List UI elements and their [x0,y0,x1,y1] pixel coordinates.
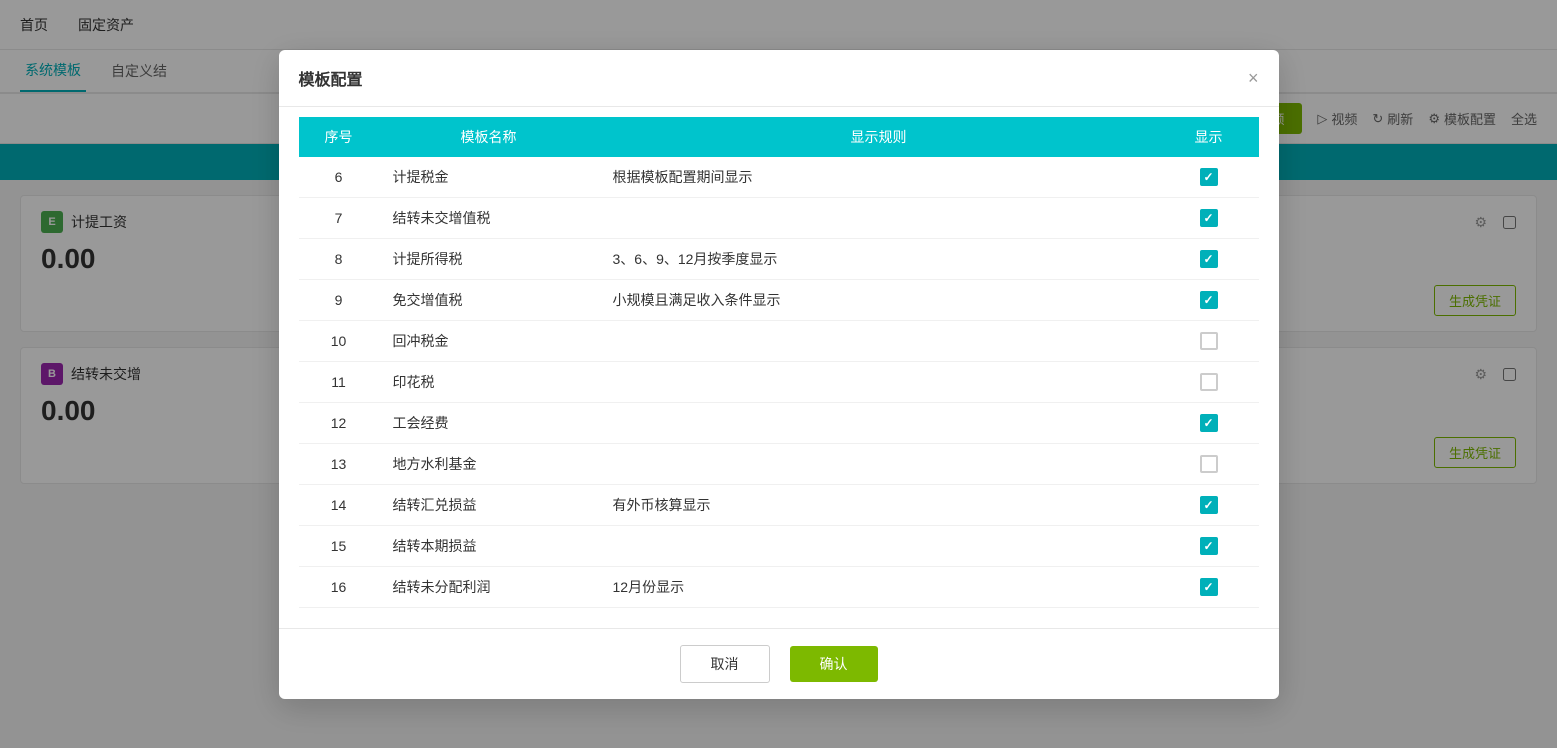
cell-id: 10 [299,320,379,361]
checkbox-wrapper [1173,537,1245,555]
cell-id: 7 [299,197,379,238]
cell-rule: 小规模且满足收入条件显示 [599,279,1159,320]
table-row: 6计提税金根据模板配置期间显示 [299,157,1259,198]
table-row: 9免交增值税小规模且满足收入条件显示 [299,279,1259,320]
checkbox-wrapper [1173,332,1245,350]
cell-name: 工会经费 [379,402,599,443]
cell-rule [599,443,1159,484]
modal-title: 模板配置 [299,66,363,90]
cell-rule: 根据模板配置期间显示 [599,157,1159,198]
cell-rule [599,525,1159,566]
checkbox-item-6[interactable] [1200,168,1218,186]
checkbox-wrapper [1173,209,1245,227]
cell-checkbox[interactable] [1159,157,1259,198]
checkbox-wrapper [1173,455,1245,473]
cell-id: 14 [299,484,379,525]
modal-overlay: 模板配置 × 序号 模板名称 显示规则 显示 6计提税金根据模板配置期间显示7结… [0,0,1557,748]
checkbox-item-15[interactable] [1200,537,1218,555]
col-header-display: 显示 [1159,117,1259,157]
table-row: 7结转未交增值税 [299,197,1259,238]
modal-template-config: 模板配置 × 序号 模板名称 显示规则 显示 6计提税金根据模板配置期间显示7结… [279,50,1279,699]
checkbox-wrapper [1173,291,1245,309]
modal-header: 模板配置 × [279,50,1279,107]
checkbox-wrapper [1173,578,1245,596]
checkbox-item-16[interactable] [1200,578,1218,596]
cell-checkbox[interactable] [1159,402,1259,443]
cell-checkbox[interactable] [1159,443,1259,484]
cell-name: 回冲税金 [379,320,599,361]
col-header-name: 模板名称 [379,117,599,157]
cell-name: 结转未分配利润 [379,566,599,607]
col-header-id: 序号 [299,117,379,157]
cell-id: 6 [299,157,379,198]
cell-id: 11 [299,361,379,402]
cell-checkbox[interactable] [1159,279,1259,320]
checkbox-item-9[interactable] [1200,291,1218,309]
cell-rule [599,402,1159,443]
cell-checkbox[interactable] [1159,361,1259,402]
cell-name: 印花税 [379,361,599,402]
cell-checkbox[interactable] [1159,320,1259,361]
checkbox-item-7[interactable] [1200,209,1218,227]
modal-body: 序号 模板名称 显示规则 显示 6计提税金根据模板配置期间显示7结转未交增值税8… [279,107,1279,628]
checkbox-item-10[interactable] [1200,332,1218,350]
confirm-button[interactable]: 确认 [790,646,878,682]
cell-id: 16 [299,566,379,607]
table-row: 14结转汇兑损益有外币核算显示 [299,484,1259,525]
cell-rule: 3、6、9、12月按季度显示 [599,238,1159,279]
checkbox-item-11[interactable] [1200,373,1218,391]
table-row: 8计提所得税3、6、9、12月按季度显示 [299,238,1259,279]
config-table: 序号 模板名称 显示规则 显示 6计提税金根据模板配置期间显示7结转未交增值税8… [299,117,1259,608]
cell-name: 计提税金 [379,157,599,198]
checkbox-wrapper [1173,496,1245,514]
cell-name: 计提所得税 [379,238,599,279]
checkbox-item-12[interactable] [1200,414,1218,432]
cell-id: 8 [299,238,379,279]
table-row: 15结转本期损益 [299,525,1259,566]
cell-checkbox[interactable] [1159,484,1259,525]
cell-id: 9 [299,279,379,320]
cell-id: 15 [299,525,379,566]
cell-checkbox[interactable] [1159,238,1259,279]
table-row: 11印花税 [299,361,1259,402]
checkbox-wrapper [1173,168,1245,186]
cell-rule [599,320,1159,361]
table-header-row: 序号 模板名称 显示规则 显示 [299,117,1259,157]
cell-name: 结转未交增值税 [379,197,599,238]
cell-id: 13 [299,443,379,484]
cell-name: 结转本期损益 [379,525,599,566]
cell-name: 免交增值税 [379,279,599,320]
table-row: 16结转未分配利润12月份显示 [299,566,1259,607]
col-header-rule: 显示规则 [599,117,1159,157]
cell-rule: 有外币核算显示 [599,484,1159,525]
table-row: 12工会经费 [299,402,1259,443]
cell-checkbox[interactable] [1159,525,1259,566]
checkbox-wrapper [1173,373,1245,391]
cell-name: 结转汇兑损益 [379,484,599,525]
checkbox-wrapper [1173,250,1245,268]
cell-name: 地方水利基金 [379,443,599,484]
checkbox-item-13[interactable] [1200,455,1218,473]
modal-close-button[interactable]: × [1248,69,1259,87]
cell-rule: 12月份显示 [599,566,1159,607]
cancel-button[interactable]: 取消 [680,645,770,683]
table-row: 13地方水利基金 [299,443,1259,484]
checkbox-item-14[interactable] [1200,496,1218,514]
cell-rule [599,197,1159,238]
cell-checkbox[interactable] [1159,566,1259,607]
cell-checkbox[interactable] [1159,197,1259,238]
checkbox-wrapper [1173,414,1245,432]
modal-footer: 取消 确认 [279,628,1279,699]
table-body: 6计提税金根据模板配置期间显示7结转未交增值税8计提所得税3、6、9、12月按季… [299,157,1259,608]
checkbox-item-8[interactable] [1200,250,1218,268]
cell-id: 12 [299,402,379,443]
table-row: 10回冲税金 [299,320,1259,361]
cell-rule [599,361,1159,402]
